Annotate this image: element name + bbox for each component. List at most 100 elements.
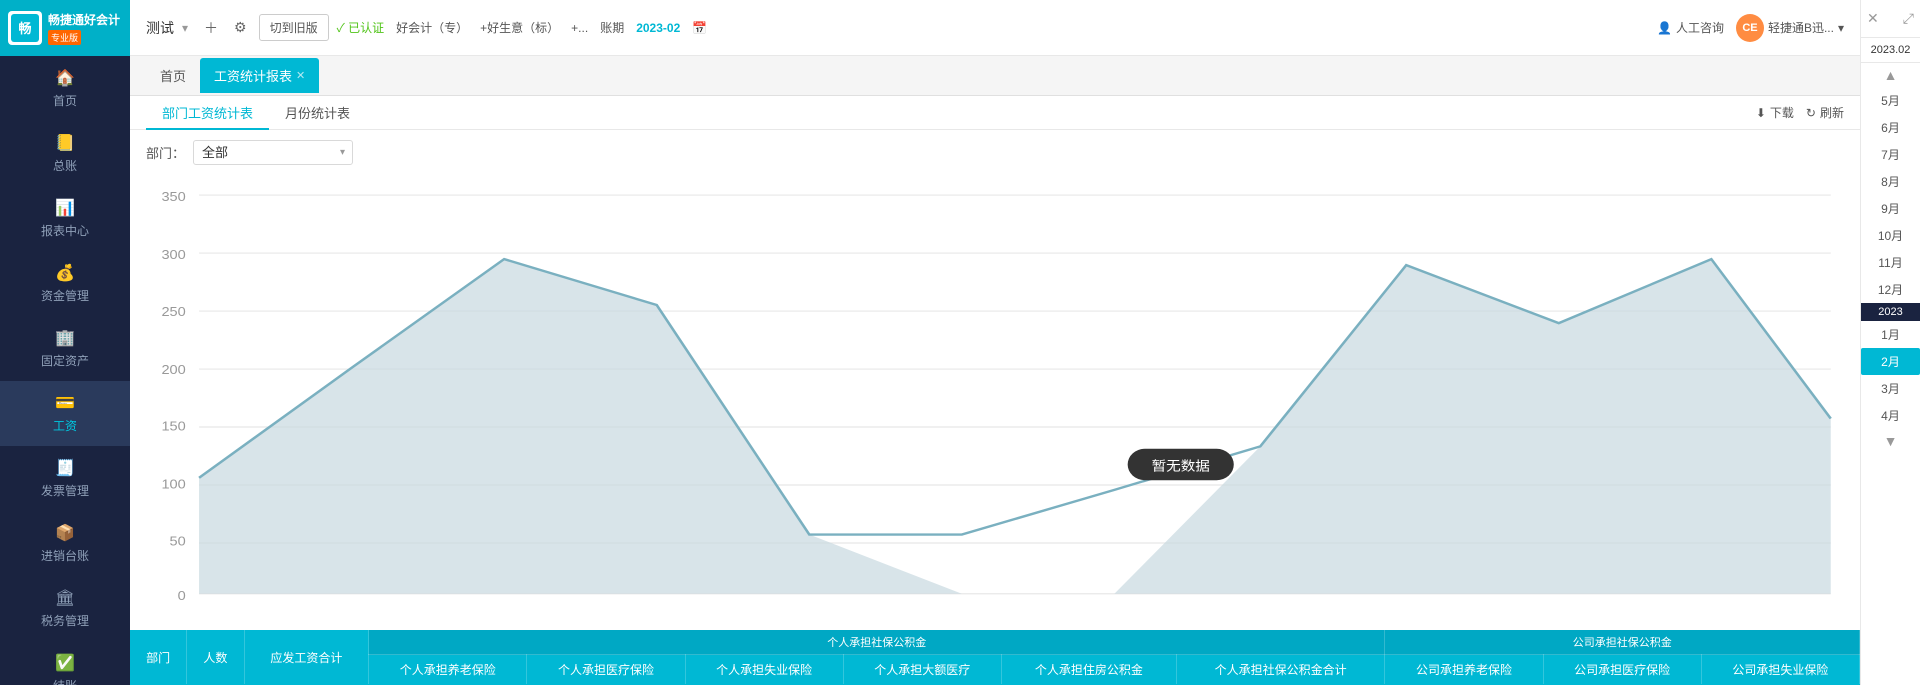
dept-select-wrapper: 全部 行政部 财务部 销售部 ▾ xyxy=(193,140,353,165)
status-tag1: 好会计（专） xyxy=(396,19,468,36)
sidebar-item-purchase[interactable]: 📦 进销台账 xyxy=(0,511,130,576)
sidebar-item-label: 税务管理 xyxy=(41,612,89,629)
sidebar-item-label: 总账 xyxy=(53,157,77,174)
col-personal-total: 个人承担社保公积金合计 xyxy=(1176,655,1385,685)
refresh-button[interactable]: ↻ 刷新 xyxy=(1806,104,1844,121)
svg-text:250: 250 xyxy=(161,304,186,319)
sidebar-item-label: 报表中心 xyxy=(41,222,89,239)
right-panel: ✕ ⤢ 2023.02 ▲ 5月 6月 7月 8月 9月 10月 11月 12月… xyxy=(1860,0,1920,685)
download-button[interactable]: ⬇ 下载 xyxy=(1756,104,1794,121)
right-panel-header: ✕ ⤢ xyxy=(1861,0,1920,38)
svg-text:50: 50 xyxy=(170,533,186,548)
ledger-icon: 📒 xyxy=(55,133,75,153)
sidebar-item-invoice[interactable]: 🧾 发票管理 xyxy=(0,446,130,511)
purchase-icon: 📦 xyxy=(55,523,75,543)
sidebar-item-label: 工资 xyxy=(53,417,77,434)
month-12[interactable]: 12月 xyxy=(1861,276,1920,303)
col-count: 人数 xyxy=(187,630,244,684)
sidebar-item-assets[interactable]: 🏢 固定资产 xyxy=(0,316,130,381)
main-area: 测试 ▾ ＋ ⚙ 切到旧版 ✓ 已认证 好会计（专） +好生意（标） +... … xyxy=(130,0,1860,685)
user-dropdown-icon: ▾ xyxy=(1838,21,1844,35)
month-11[interactable]: 11月 xyxy=(1861,249,1920,276)
calendar-icon[interactable]: 📅 xyxy=(692,21,707,35)
sidebar-item-close[interactable]: ✅ 结账 xyxy=(0,641,130,685)
user-name: 轻捷通B迅... xyxy=(1768,19,1834,36)
sidebar-logo: 畅 畅捷通好会计 专业版 xyxy=(0,0,130,56)
col-housing-fund: 个人承担住房公积金 xyxy=(1001,655,1176,685)
svg-text:100: 100 xyxy=(161,476,186,491)
tab-bar: 首页 工资统计报表 ✕ xyxy=(130,56,1860,96)
header-right: 👤 人工咨询 CE 轻捷通B迅... ▾ xyxy=(1657,14,1844,42)
invoice-icon: 🧾 xyxy=(55,458,75,478)
sidebar-item-salary[interactable]: 💳 工资 xyxy=(0,381,130,446)
sidebar: 畅 畅捷通好会计 专业版 🏠 首页 📒 总账 📊 报表中心 💰 资金管理 🏢 固… xyxy=(0,0,130,685)
month-9[interactable]: 9月 xyxy=(1861,195,1920,222)
tooltip-text: 暂无数据 xyxy=(1152,458,1210,473)
chart-container: 350 300 250 200 150 100 50 0 xyxy=(130,175,1860,630)
sidebar-item-label: 固定资产 xyxy=(41,352,89,369)
sidebar-item-report[interactable]: 📊 报表中心 xyxy=(0,186,130,251)
header-title: 测试 xyxy=(146,18,174,38)
col-total: 应发工资合计 xyxy=(244,630,369,684)
svg-text:350: 350 xyxy=(161,189,186,204)
svg-text:300: 300 xyxy=(161,247,186,262)
status-tag2: +好生意（标） xyxy=(480,19,559,36)
tab-close-icon[interactable]: ✕ xyxy=(296,69,305,82)
settings-button[interactable]: ⚙ xyxy=(230,15,251,40)
month-5[interactable]: 5月 xyxy=(1861,87,1920,114)
header-actions: ＋ ⚙ 切到旧版 xyxy=(200,14,329,42)
user-info[interactable]: CE 轻捷通B迅... ▾ xyxy=(1736,14,1844,42)
header: 测试 ▾ ＋ ⚙ 切到旧版 ✓ 已认证 好会计（专） +好生意（标） +... … xyxy=(130,0,1860,56)
sub-tab-dept[interactable]: 部门工资统计表 xyxy=(146,97,269,130)
sub-tab-month[interactable]: 月份统计表 xyxy=(269,97,366,130)
assets-icon: 🏢 xyxy=(55,328,75,348)
svg-text:200: 200 xyxy=(161,362,186,377)
sidebar-item-label: 进销台账 xyxy=(41,547,89,564)
month-jan[interactable]: 1月 xyxy=(1861,321,1920,348)
col-company-medical: 公司承担医疗保险 xyxy=(1543,655,1701,685)
refresh-icon: ↻ xyxy=(1806,106,1816,120)
consult-button[interactable]: 👤 人工咨询 xyxy=(1657,19,1724,36)
col-major-medical: 个人承担大额医疗 xyxy=(843,655,1001,685)
consult-icon: 👤 xyxy=(1657,21,1672,35)
period-label: 账期 xyxy=(600,19,624,36)
col-medical: 个人承担医疗保险 xyxy=(527,655,685,685)
col-group-personal: 个人承担社保公积金 xyxy=(369,630,1385,655)
month-6[interactable]: 6月 xyxy=(1861,114,1920,141)
data-table: 部门 人数 应发工资合计 个人承担社保公积金 公司承担社保公积金 个人承担养老保… xyxy=(130,630,1860,684)
month-mar[interactable]: 3月 xyxy=(1861,375,1920,402)
status-tag3: +... xyxy=(571,21,588,35)
add-button[interactable]: ＋ xyxy=(200,14,222,42)
toolbar: 部门： 全部 行政部 财务部 销售部 ▾ xyxy=(130,130,1860,175)
col-company-unemploy: 公司承担失业保险 xyxy=(1701,655,1859,685)
chart-svg: 350 300 250 200 150 100 50 0 xyxy=(146,183,1844,630)
scroll-down-button[interactable]: ▼ xyxy=(1861,429,1920,453)
month-apr[interactable]: 4月 xyxy=(1861,402,1920,429)
avatar: CE xyxy=(1736,14,1764,42)
svg-text:0: 0 xyxy=(178,587,186,602)
home-icon: 🏠 xyxy=(55,68,75,88)
dept-label: 部门： xyxy=(146,143,185,162)
month-8[interactable]: 8月 xyxy=(1861,168,1920,195)
right-panel-expand-button[interactable]: ⤢ xyxy=(1901,8,1916,29)
dept-select[interactable]: 全部 行政部 财务部 销售部 xyxy=(193,140,353,165)
sidebar-item-ledger[interactable]: 📒 总账 xyxy=(0,121,130,186)
download-icon: ⬇ xyxy=(1756,106,1766,120)
tab-salary-report[interactable]: 工资统计报表 ✕ xyxy=(200,58,319,93)
right-panel-close-button[interactable]: ✕ xyxy=(1865,8,1881,29)
tab-home[interactable]: 首页 xyxy=(146,58,200,93)
col-unemploy: 个人承担失业保险 xyxy=(685,655,843,685)
month-10[interactable]: 10月 xyxy=(1861,222,1920,249)
sidebar-item-capital[interactable]: 💰 资金管理 xyxy=(0,251,130,316)
sidebar-item-tax[interactable]: 🏛 税务管理 xyxy=(0,576,130,641)
logo-text: 畅捷通好会计 专业版 xyxy=(48,11,120,45)
logo-icon: 畅 xyxy=(8,11,42,45)
month-feb[interactable]: 2月 xyxy=(1861,348,1920,375)
header-dropdown[interactable]: ▾ xyxy=(182,21,188,35)
scroll-up-button[interactable]: ▲ xyxy=(1861,63,1920,87)
month-7[interactable]: 7月 xyxy=(1861,141,1920,168)
sidebar-item-label: 发票管理 xyxy=(41,482,89,499)
sidebar-item-home[interactable]: 🏠 首页 xyxy=(0,56,130,121)
right-panel-scroll: ▲ 5月 6月 7月 8月 9月 10月 11月 12月 2023 1月 2月 … xyxy=(1861,63,1920,685)
switch-old-button[interactable]: 切到旧版 xyxy=(259,14,329,41)
